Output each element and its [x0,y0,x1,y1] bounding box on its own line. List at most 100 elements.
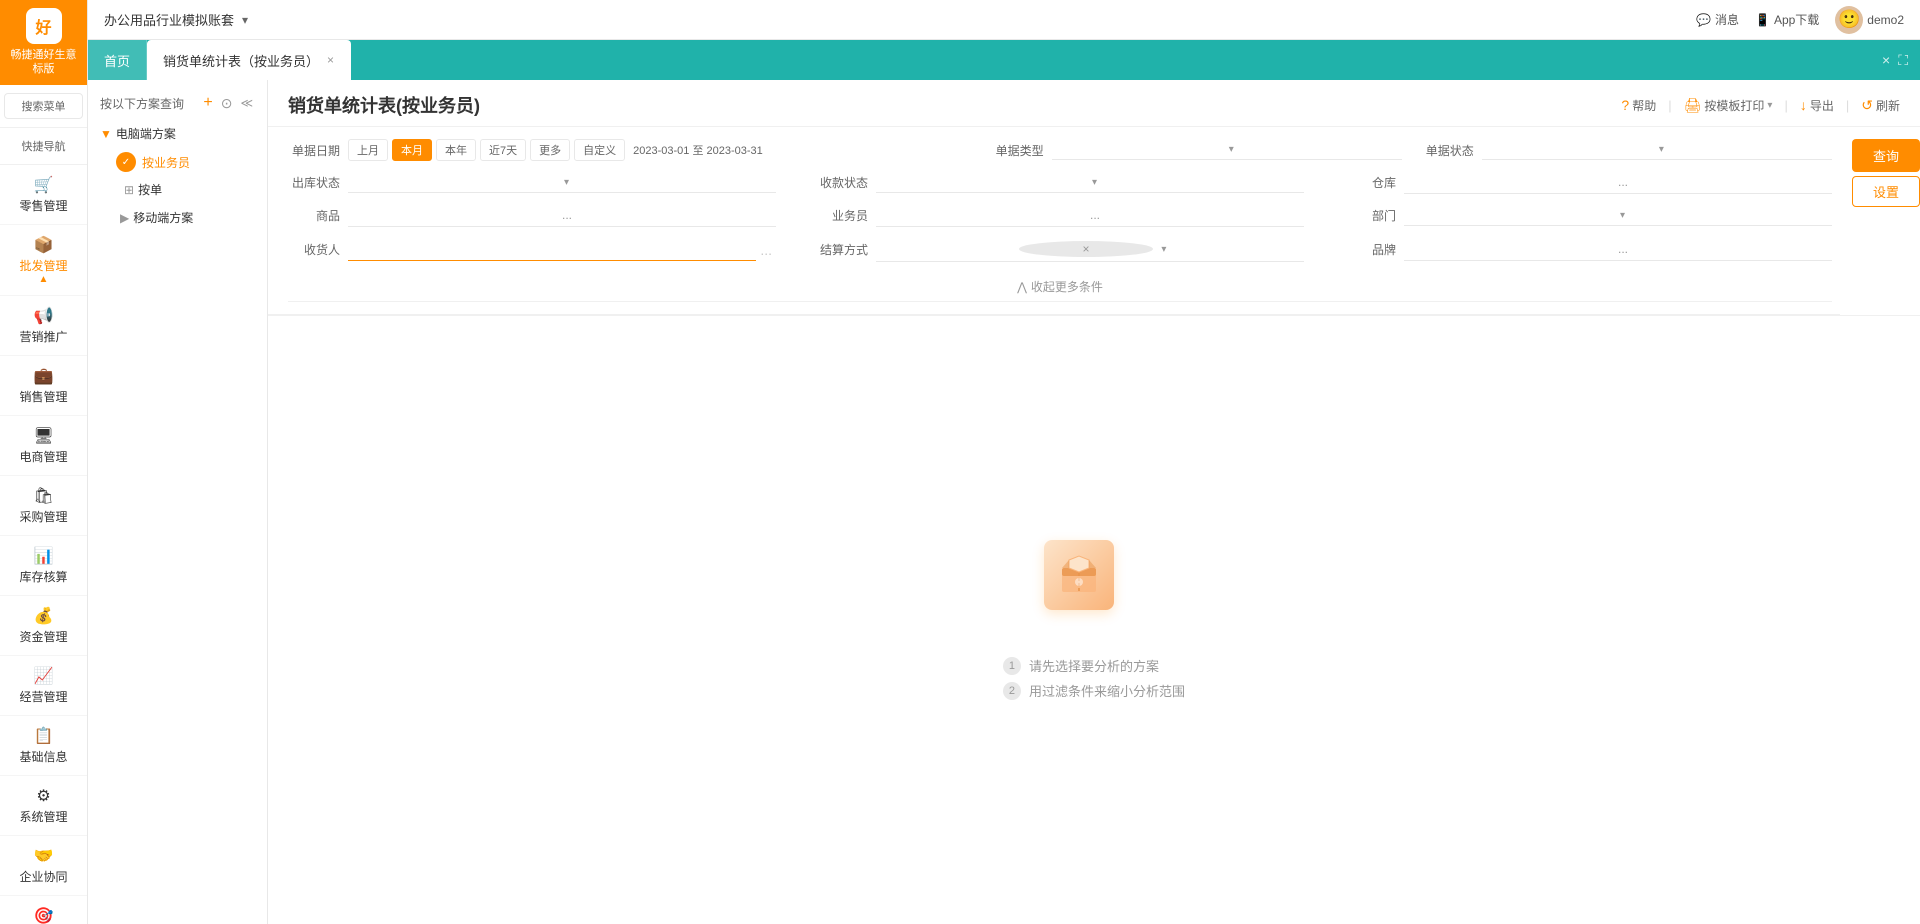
page-actions: ? 帮助 | 🖨 按模板打印 ▾ | ↓ 导出 | [1621,97,1900,114]
salesperson-dots[interactable]: ... [1086,208,1296,222]
tab-sales-stats[interactable]: 销货单统计表（按业务员） × [147,40,351,80]
sidebar-item-retail[interactable]: 🛒 零售管理 [0,165,87,225]
doc-status-dropdown[interactable]: ▾ [1482,140,1832,160]
app-download-button[interactable]: 📱 App下载 [1755,11,1819,28]
goods-dropdown[interactable]: ... [348,204,776,227]
payment-arrow: ▾ [1161,244,1296,255]
collect-status-dropdown[interactable]: ▾ [876,173,1304,193]
filter-doc-status: 单据状态 ▾ [1422,140,1832,160]
topbar-left: 办公用品行业模拟账套 ▾ [104,10,248,29]
scheme-doc-label: 按单 [138,181,162,198]
filter-salesperson: 业务员 ... [816,204,1304,227]
last7-btn[interactable]: 近7天 [480,139,526,161]
collapse-button[interactable]: ⋀ 收起更多条件 [1017,278,1103,295]
this-year-btn[interactable]: 本年 [436,139,476,161]
search-menu-button[interactable]: 搜索菜单 [4,93,83,119]
quick-nav-button[interactable]: 快捷导航 [0,132,87,160]
doc-type-dropdown[interactable]: ▾ [1052,140,1402,160]
tab-sales-stats-label: 销货单统计表（按业务员） [163,51,319,70]
this-month-btn[interactable]: 本月 [392,139,432,161]
collapse-panel-button[interactable]: ≪ [238,96,255,110]
query-button[interactable]: 查询 [1852,139,1920,172]
settings-scheme-button[interactable]: ⊙ [219,95,235,112]
export-label: 导出 [1810,97,1834,114]
print-label: 按模板打印 [1704,97,1764,114]
divider3: | [1846,98,1849,113]
print-button[interactable]: 🖨 按模板打印 ▾ [1684,97,1773,114]
sidebar-menu: 🛒 零售管理 📦 批发管理 ▲ 📢 营销推广 💼 销售管理 🖥 电商管理 🛍 采… [0,165,87,924]
sidebar-item-system[interactable]: ⚙ 系统管理 [0,776,87,836]
finance-icon: 💰 [34,606,54,626]
out-status-dropdown[interactable]: ▾ [348,173,776,193]
goods-dots[interactable]: ... [558,208,768,222]
payment-clear[interactable]: × [1019,241,1154,257]
filter-brand: 品牌 ... [1344,238,1832,261]
basic-icon: 📋 [34,726,54,746]
empty-box-icon [1044,540,1114,610]
mobile-group-label: 移动端方案 [133,209,193,226]
tabbar: 首页 销货单统计表（按业务员） × × ⛶ [88,40,1920,80]
sidebar-item-newbie[interactable]: 🎯 新手引导 [0,896,87,924]
system-icon: ⚙ [36,786,50,806]
help-button[interactable]: ? 帮助 [1621,97,1656,114]
sidebar-item-inventory[interactable]: 📊 库存核算 [0,536,87,596]
sidebar-item-finance[interactable]: 💰 资金管理 [0,596,87,656]
payment-label: 结算方式 [816,241,868,258]
sidebar-item-marketing[interactable]: 📢 营销推广 [0,296,87,356]
last-month-btn[interactable]: 上月 [348,139,388,161]
page-title: 销货单统计表(按业务员) [288,92,480,118]
sidebar-item-basic[interactable]: 📋 基础信息 [0,716,87,776]
tab-home[interactable]: 首页 [88,40,147,80]
recipient-dots[interactable]: ... [756,242,776,258]
payment-dropdown[interactable]: × ▾ [876,237,1304,262]
right-panel: 销货单统计表(按业务员) ? 帮助 | 🖨 按模板打印 ▾ | ↓ [268,80,1920,924]
desktop-group[interactable]: ▼ 电脑端方案 [88,120,267,147]
breadcrumb-text: 办公用品行业模拟账套 [104,10,234,29]
tab-close-button[interactable]: × [327,53,334,67]
mobile-group[interactable]: ▶ 移动端方案 [108,204,267,231]
expand-icon[interactable]: ⛶ [1898,52,1908,69]
sidebar-logo[interactable]: 好 畅捷通好生意 标版 [0,0,87,85]
filter-row-3: 商品 ... 业务员 ... [288,204,1832,227]
filter-row-1: 单据日期 上月 本月 本年 近7天 更多 自定义 2023-03-01 至 20… [288,139,1832,161]
newbie-icon: 🎯 [34,906,54,924]
empty-illustration [1044,540,1144,640]
divider1: | [1668,98,1671,113]
hint-text-1: 请先选择要分析的方案 [1029,656,1159,675]
out-status-label: 出库状态 [288,174,340,191]
dept-label: 部门 [1344,207,1396,224]
print-dropdown-arrow[interactable]: ▾ [1767,100,1772,111]
scheme-by-salesperson[interactable]: ✓ 按业务员 [88,147,267,177]
sidebar-item-purchase[interactable]: 🛍 采购管理 [0,476,87,536]
close-window-icon[interactable]: × [1882,52,1890,69]
sidebar-item-ecommerce[interactable]: 🖥 电商管理 [0,416,87,476]
sidebar-item-operations[interactable]: 📈 经营管理 [0,656,87,716]
salesperson-dropdown[interactable]: ... [876,204,1304,227]
hint-num-2: 2 [1003,682,1021,700]
warehouse-dropdown[interactable]: ... [1404,171,1832,194]
user-profile[interactable]: 🙂 demo2 [1835,6,1904,34]
sidebar-item-enterprise[interactable]: 🤝 企业协同 [0,836,87,896]
sales-icon: 💼 [34,366,54,386]
more-btn[interactable]: 更多 [530,139,570,161]
set-button[interactable]: 设置 [1852,176,1920,207]
export-button[interactable]: ↓ 导出 [1800,97,1834,114]
sidebar-item-sales[interactable]: 💼 销售管理 [0,356,87,416]
breadcrumb-dropdown[interactable]: ▾ [242,13,248,27]
tab-home-label: 首页 [104,51,130,70]
add-scheme-button[interactable]: + [201,94,214,112]
sidebar-item-wholesale[interactable]: 📦 批发管理 ▲ [0,225,87,296]
brand-dropdown[interactable]: ... [1404,238,1832,261]
export-icon: ↓ [1800,97,1807,113]
recipient-input[interactable] [348,238,756,261]
brand-dots[interactable]: ... [1614,242,1824,256]
dept-dropdown[interactable]: ▾ [1404,206,1832,226]
refresh-button[interactable]: ↺ 刷新 [1861,97,1900,114]
message-button[interactable]: 💬 消息 [1696,11,1739,28]
custom-btn[interactable]: 自定义 [574,139,625,161]
scheme-by-doc[interactable]: ⊞ 按单 [88,177,267,202]
empty-hints: 1 请先选择要分析的方案 2 用过滤条件来缩小分析范围 [1003,656,1185,700]
warehouse-dots[interactable]: ... [1614,175,1824,189]
dept-arrow: ▾ [1620,210,1824,221]
topbar: 办公用品行业模拟账套 ▾ 💬 消息 📱 App下载 🙂 demo2 [88,0,1920,40]
